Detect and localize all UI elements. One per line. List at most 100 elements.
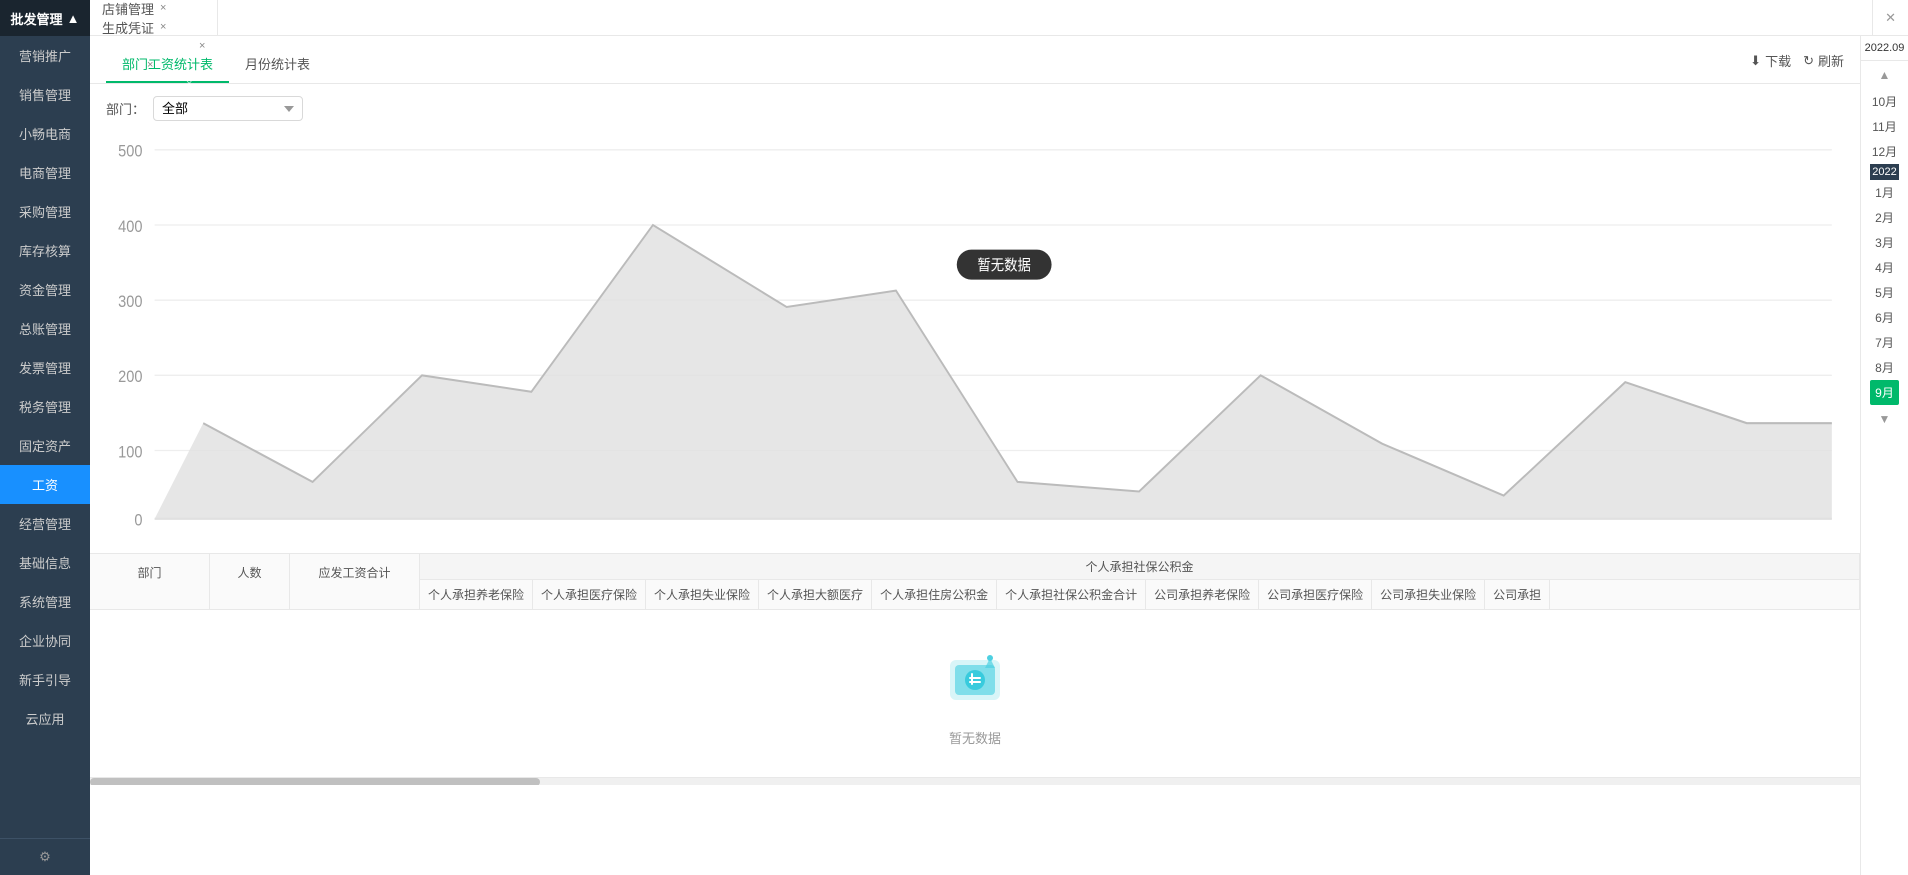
th-group-personal: 个人承担社保公积金 个人承担养老保险 个人承担医疗保险 个人承担失业保险 个人承… (420, 554, 1860, 609)
sub-tab-actions: ⬇ 下载 ↻ 刷新 (1750, 51, 1844, 78)
th-wage-total: 应发工资合计 (290, 554, 420, 609)
main-area: 首页门店商品目录 ×销售单 ×店铺管理 ×生成凭证 ×应收应付调整单 ×工资表 … (90, 0, 1908, 875)
scrollbar-thumb[interactable] (90, 778, 540, 785)
sidebar-item-系统管理[interactable]: 系统管理 (0, 582, 90, 621)
download-icon: ⬇ (1750, 53, 1761, 69)
rs-item-7月[interactable]: 7月 (1870, 330, 1899, 355)
chart-area: 500 400 300 200 100 0 (90, 133, 1860, 553)
sidebar-footer-settings[interactable]: ⚙ (0, 838, 90, 875)
table-empty-state: 暂无数据 (90, 610, 1860, 777)
rs-item-11月[interactable]: 11月 (1870, 114, 1899, 139)
sidebar-item-工资[interactable]: 工资 (0, 465, 90, 504)
sidebar-items: 营销推广销售管理小畅电商电商管理采购管理库存核算资金管理总账管理发票管理税务管理… (0, 36, 90, 738)
tab-close-7[interactable]: × (186, 78, 192, 90)
tab-label-4: 生成凭证 (102, 18, 154, 37)
sidebar-item-库存核算[interactable]: 库存核算 (0, 231, 90, 270)
rs-item-3月[interactable]: 3月 (1870, 230, 1899, 255)
svg-text:0: 0 (134, 512, 142, 530)
th-company-pension: 公司承担养老保险 (1146, 580, 1259, 609)
rs-item-8月[interactable]: 8月 (1870, 355, 1899, 380)
main-panel: 部门工资统计表 月份统计表 ⬇ 下载 ↻ 刷新 部门： (90, 36, 1860, 875)
sidebar-item-销售管理[interactable]: 销售管理 (0, 75, 90, 114)
filter-dept-label: 部门： (106, 99, 145, 118)
empty-illustration (935, 640, 1015, 720)
rs-item-9月[interactable]: 9月 (1870, 380, 1899, 405)
sidebar-header[interactable]: 批发管理 ▲ (0, 0, 90, 36)
rs-header-date: 2022.09 (1861, 36, 1908, 61)
sidebar-item-企业协同[interactable]: 企业协同 (0, 621, 90, 660)
refresh-action[interactable]: ↻ 刷新 (1803, 51, 1844, 70)
sidebar-item-固定资产[interactable]: 固定资产 (0, 426, 90, 465)
sidebar-item-营销推广[interactable]: 营销推广 (0, 36, 90, 75)
tab-label-3: 店铺管理 (102, 0, 154, 18)
th-personal-medical: 个人承担医疗保险 (533, 580, 646, 609)
refresh-icon: ↻ (1803, 53, 1814, 69)
tab-close-6[interactable]: × (147, 59, 153, 71)
th-personal-unemployment: 个人承担失业保险 (646, 580, 759, 609)
th-personal-total: 个人承担社保公积金合计 (997, 580, 1146, 609)
sidebar: 批发管理 ▲ 营销推广销售管理小畅电商电商管理采购管理库存核算资金管理总账管理发… (0, 0, 90, 875)
close-all-tabs-button[interactable]: ✕ (1872, 0, 1908, 35)
rs-item-12月[interactable]: 12月 (1870, 139, 1899, 164)
rs-item-6月[interactable]: 6月 (1870, 305, 1899, 330)
tab-department-wage-stats[interactable]: 部门工资统计表 (106, 46, 229, 83)
tab-close-3[interactable]: × (160, 2, 166, 14)
th-personal-major-medical: 个人承担大额医疗 (759, 580, 872, 609)
content-area: 部门工资统计表 月份统计表 ⬇ 下载 ↻ 刷新 部门： (90, 36, 1908, 875)
sub-tab-bar: 部门工资统计表 月份统计表 ⬇ 下载 ↻ 刷新 (90, 36, 1860, 84)
download-label: 下载 (1765, 51, 1791, 70)
rs-nav-down[interactable]: ▼ (1871, 409, 1899, 429)
tab-3[interactable]: 店铺管理 × (90, 0, 218, 18)
th-company-unemployment: 公司承担失业保险 (1372, 580, 1485, 609)
rs-item-10月[interactable]: 10月 (1870, 89, 1899, 114)
rs-items-list: 10月11月12月20221月2月3月4月5月6月7月8月9月 (1870, 89, 1899, 405)
filter-dept-select[interactable]: 全部 部门1 部门2 (153, 96, 303, 121)
tab-monthly-stats[interactable]: 月份统计表 (229, 46, 326, 83)
sub-tabs: 部门工资统计表 月份统计表 (106, 46, 326, 83)
rs-item-5月[interactable]: 5月 (1870, 280, 1899, 305)
sidebar-title: 批发管理 (11, 9, 63, 28)
th-group-cells: 个人承担养老保险 个人承担医疗保险 个人承担失业保险 个人承担大额医疗 个人承担… (420, 580, 1859, 609)
table-scrollbar[interactable] (90, 777, 1860, 785)
th-dept: 部门 (90, 554, 210, 609)
svg-text:100: 100 (118, 444, 143, 462)
th-personal-pension: 个人承担养老保险 (420, 580, 533, 609)
rs-item-4月[interactable]: 4月 (1870, 255, 1899, 280)
sidebar-item-小畅电商[interactable]: 小畅电商 (0, 114, 90, 153)
right-sidebar: 2022.09 ▲ 10月11月12月20221月2月3月4月5月6月7月8月9… (1860, 36, 1908, 875)
sidebar-item-新手引导[interactable]: 新手引导 (0, 660, 90, 699)
sidebar-item-经营管理[interactable]: 经营管理 (0, 504, 90, 543)
th-group-title: 个人承担社保公积金 (420, 554, 1859, 580)
th-personal-housing: 个人承担住房公积金 (872, 580, 997, 609)
rs-nav-up[interactable]: ▲ (1871, 65, 1899, 85)
svg-text:500: 500 (118, 143, 143, 161)
chart-svg: 500 400 300 200 100 0 (106, 143, 1844, 553)
sidebar-item-发票管理[interactable]: 发票管理 (0, 348, 90, 387)
tab-close-5[interactable]: × (199, 40, 205, 52)
sidebar-item-云应用[interactable]: 云应用 (0, 699, 90, 738)
sidebar-toggle-icon: ▲ (67, 11, 80, 26)
close-all-icon: ✕ (1885, 10, 1896, 26)
svg-text:暂无数据: 暂无数据 (977, 256, 1030, 274)
tab-close-4[interactable]: × (160, 21, 166, 33)
tab-bar: 首页门店商品目录 ×销售单 ×店铺管理 ×生成凭证 ×应收应付调整单 ×工资表 … (90, 0, 1908, 36)
download-action[interactable]: ⬇ 下载 (1750, 51, 1791, 70)
sidebar-item-资金管理[interactable]: 资金管理 (0, 270, 90, 309)
th-company-medical: 公司承担医疗保险 (1259, 580, 1372, 609)
empty-text: 暂无数据 (949, 728, 1001, 747)
th-count: 人数 (210, 554, 290, 609)
svg-text:200: 200 (118, 368, 143, 386)
sidebar-item-总账管理[interactable]: 总账管理 (0, 309, 90, 348)
rs-item-1月[interactable]: 1月 (1870, 180, 1899, 205)
rs-item-2月[interactable]: 2月 (1870, 205, 1899, 230)
svg-text:400: 400 (118, 218, 143, 236)
filter-row: 部门： 全部 部门1 部门2 (90, 84, 1860, 133)
table-container: 部门 人数 应发工资合计 个人承担社保公积金 个人承担养老保险 个人承担医疗保险… (90, 553, 1860, 785)
sidebar-item-采购管理[interactable]: 采购管理 (0, 192, 90, 231)
sidebar-item-电商管理[interactable]: 电商管理 (0, 153, 90, 192)
th-company-misc: 公司承担 (1485, 580, 1550, 609)
refresh-label: 刷新 (1818, 51, 1844, 70)
sidebar-item-基础信息[interactable]: 基础信息 (0, 543, 90, 582)
tab-4[interactable]: 生成凭证 × (90, 18, 218, 37)
sidebar-item-税务管理[interactable]: 税务管理 (0, 387, 90, 426)
